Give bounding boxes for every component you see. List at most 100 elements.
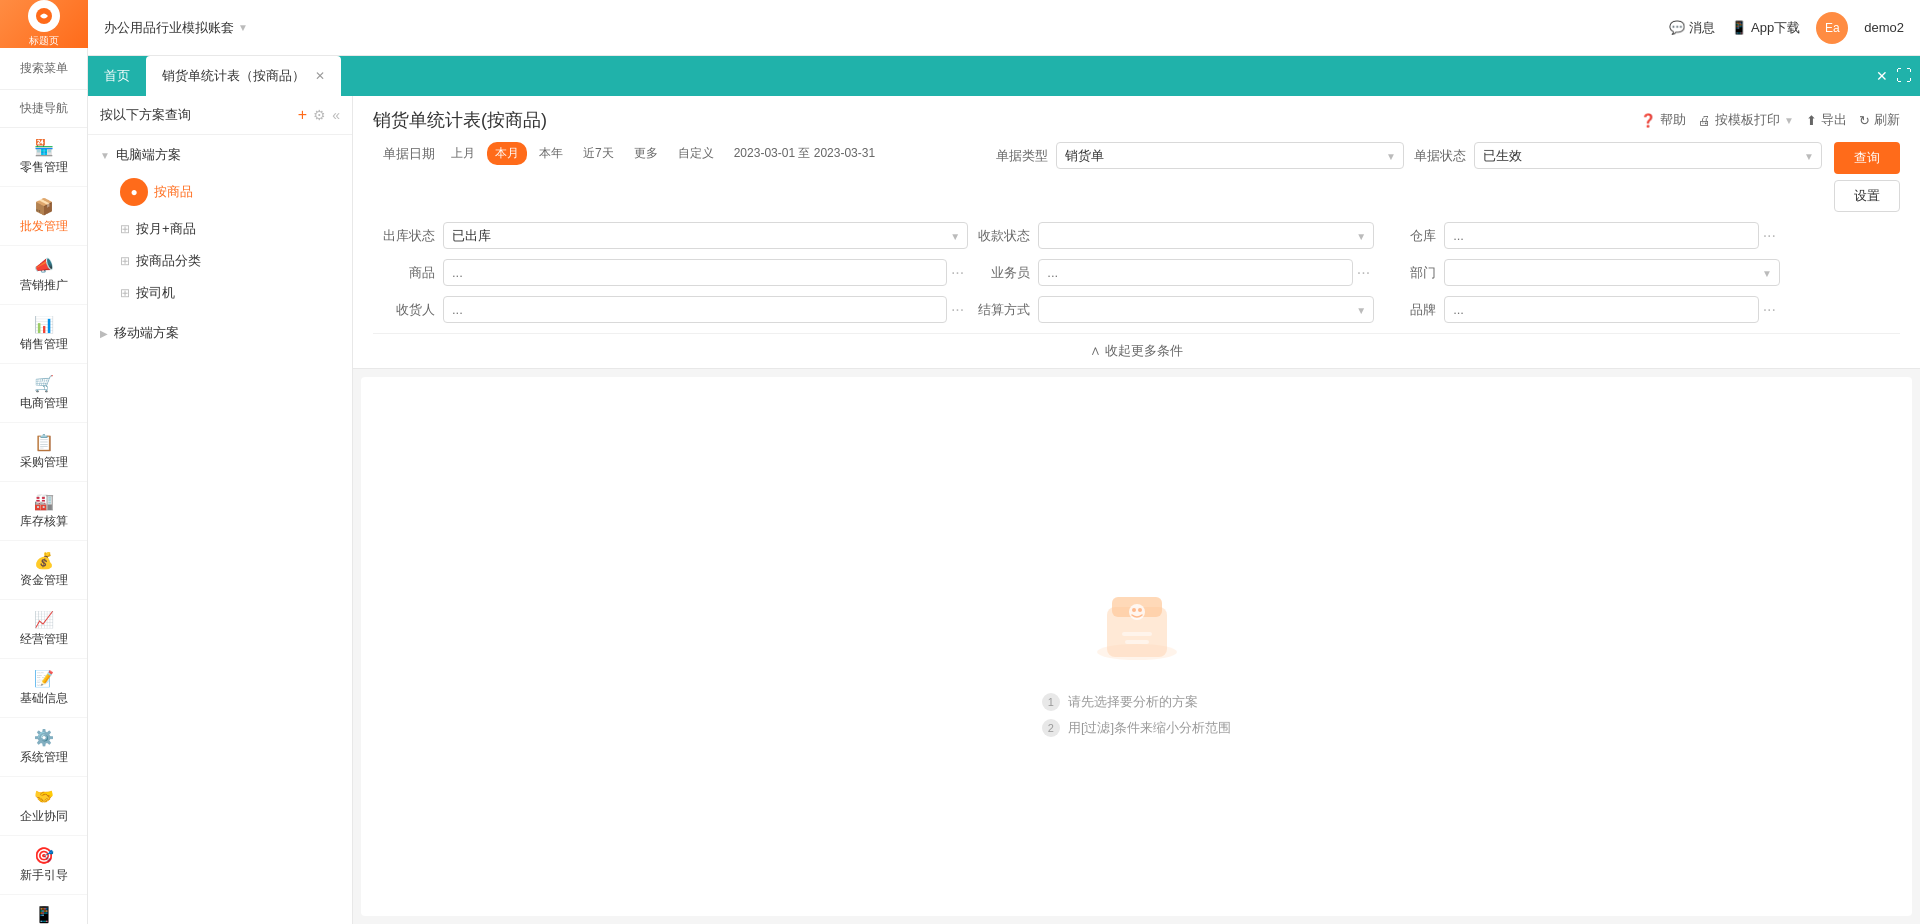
collapse-conditions-button[interactable]: ∧ 收起更多条件: [373, 333, 1900, 368]
sidebar-item-wholesale[interactable]: 📦 批发管理: [0, 187, 87, 246]
date-tab-last-month[interactable]: 上月: [443, 142, 483, 165]
recipient-label: 收货人: [373, 301, 443, 319]
empty-state: 1 请先选择要分析的方案 2 用[过滤]条件来缩小分析范围: [361, 377, 1912, 916]
settings-scheme-button[interactable]: ⚙: [313, 107, 326, 123]
tip-text-2: 用[过滤]条件来缩小分析范围: [1068, 719, 1231, 737]
message-label: 消息: [1689, 19, 1715, 37]
logo[interactable]: 标题页: [0, 0, 88, 48]
brand-input[interactable]: [1444, 296, 1759, 323]
sales-stat-tab-label: 销货单统计表（按商品）: [162, 67, 305, 85]
by-product-label: 按商品: [154, 183, 193, 201]
svg-point-5: [1132, 608, 1136, 612]
date-tab-custom[interactable]: 自定义: [670, 142, 722, 165]
date-range-value: 2023-03-01 至 2023-03-31: [734, 145, 875, 162]
sidebar-item-ecommerce[interactable]: 🛒 电商管理: [0, 364, 87, 423]
sidebar-item-system[interactable]: ⚙️ 系统管理: [0, 718, 87, 777]
tab-home[interactable]: 首页: [88, 56, 146, 96]
enterprise-label: 企业协同: [4, 808, 83, 825]
mobile-section-arrow: ▶: [100, 328, 108, 339]
payment-select[interactable]: [1038, 296, 1374, 323]
account-selector[interactable]: 办公用品行业模拟账套 ▼: [104, 19, 248, 37]
active-indicator: ●: [120, 178, 148, 206]
doctype-select[interactable]: 销货单: [1056, 142, 1404, 169]
logo-text: 标题页: [29, 34, 59, 48]
product-dots-button[interactable]: ···: [947, 264, 968, 282]
mobile-section-label: 移动端方案: [114, 324, 179, 342]
inventory-icon: 🏭: [4, 492, 83, 511]
brand-dots-button[interactable]: ···: [1759, 301, 1780, 319]
date-tab-this-month[interactable]: 本月: [487, 142, 527, 165]
sidebar-item-finance[interactable]: 💰 资金管理: [0, 541, 87, 600]
sidebar-item-basic[interactable]: 📝 基础信息: [0, 659, 87, 718]
help-label: 帮助: [1660, 111, 1686, 129]
add-scheme-button[interactable]: +: [298, 106, 307, 124]
search-menu-label[interactable]: 搜索菜单: [0, 56, 87, 81]
sidebar-item-sales[interactable]: 📊 销售管理: [0, 305, 87, 364]
tab-sales-stat[interactable]: 销货单统计表（按商品） ✕: [146, 56, 341, 96]
window-maximize-button[interactable]: ⛶: [1896, 67, 1912, 85]
quick-nav-label[interactable]: 快捷导航: [0, 96, 87, 121]
print-button[interactable]: 🖨 按模板打印 ▼: [1698, 111, 1794, 129]
page-title: 销货单统计表(按商品): [373, 108, 547, 132]
inventory-label: 库存核算: [4, 513, 83, 530]
pc-section-label: 电脑端方案: [116, 146, 181, 164]
recipient-control: ···: [443, 296, 968, 323]
refresh-button[interactable]: ↻ 刷新: [1859, 111, 1900, 129]
salesperson-input[interactable]: [1038, 259, 1353, 286]
salesperson-dots-button[interactable]: ···: [1353, 264, 1374, 282]
collapse-panel-button[interactable]: «: [332, 107, 340, 123]
sidebar-search[interactable]: 搜索菜单: [0, 48, 87, 90]
active-dot: ●: [130, 185, 137, 199]
user-name[interactable]: demo2: [1864, 20, 1904, 35]
guide-label: 新手引导: [4, 867, 83, 884]
help-button[interactable]: ❓ 帮助: [1640, 111, 1686, 129]
settings-button[interactable]: 设置: [1834, 180, 1900, 212]
warehouse-dots-button[interactable]: ···: [1759, 227, 1780, 245]
tree-item-by-month-product[interactable]: ⊞ 按月+商品: [108, 213, 352, 245]
date-label: 单据日期: [373, 145, 443, 163]
warehouse-input[interactable]: [1444, 222, 1759, 249]
sidebar-item-enterprise[interactable]: 🤝 企业协同: [0, 777, 87, 836]
query-button[interactable]: 查询: [1834, 142, 1900, 174]
date-tab-more[interactable]: 更多: [626, 142, 666, 165]
department-select[interactable]: [1444, 259, 1780, 286]
sidebar-item-marketing[interactable]: 📣 营销推广: [0, 246, 87, 305]
tree-section-mobile-header[interactable]: ▶ 移动端方案: [88, 317, 352, 349]
doctype-label: 单据类型: [986, 147, 1056, 165]
sidebar-nav[interactable]: 快捷导航: [0, 90, 87, 128]
payment-label: 结算方式: [968, 301, 1038, 319]
date-tab-7days[interactable]: 近7天: [575, 142, 622, 165]
sidebar-item-operation[interactable]: 📈 经营管理: [0, 600, 87, 659]
by-printer-label: 按司机: [136, 284, 175, 302]
sidebar-item-purchase[interactable]: 📋 采购管理: [0, 423, 87, 482]
help-icon: ❓: [1640, 113, 1656, 128]
window-close-button[interactable]: ✕: [1868, 68, 1896, 84]
tree-section-pc-header[interactable]: ▼ 电脑端方案: [88, 139, 352, 171]
outstatus-select[interactable]: 已出库: [443, 222, 968, 249]
tree-item-by-product[interactable]: ● 按商品: [108, 171, 352, 213]
user-avatar[interactable]: Ea: [1816, 12, 1848, 44]
docstatus-select[interactable]: 已生效: [1474, 142, 1822, 169]
recipient-dots-button[interactable]: ···: [947, 301, 968, 319]
product-input[interactable]: [443, 259, 947, 286]
sidebar-item-retail[interactable]: 🏪 零售管理: [0, 128, 87, 187]
message-button[interactable]: 💬 消息: [1669, 19, 1715, 37]
operation-label: 经营管理: [4, 631, 83, 648]
tree-item-by-printer[interactable]: ⊞ 按司机: [108, 277, 352, 309]
sidebar-item-guide[interactable]: 🎯 新手引导: [0, 836, 87, 895]
content-area: 按以下方案查询 + ⚙ « ▼ 电脑端方案 ● 按商: [88, 96, 1920, 924]
export-button[interactable]: ⬆ 导出: [1806, 111, 1847, 129]
receiptstatus-select[interactable]: [1038, 222, 1374, 249]
salesperson-control: ···: [1038, 259, 1374, 286]
date-tab-this-year[interactable]: 本年: [531, 142, 571, 165]
tree-sub-pc: ● 按商品 ⊞ 按月+商品 ⊞ 按商品分类 ⊞ 按司机: [88, 171, 352, 309]
sidebar-item-inventory[interactable]: 🏭 库存核算: [0, 482, 87, 541]
tree-item-by-category[interactable]: ⊞ 按商品分类: [108, 245, 352, 277]
tree-section-pc: ▼ 电脑端方案 ● 按商品 ⊞ 按月+商品 ⊞: [88, 135, 352, 313]
recipient-input[interactable]: [443, 296, 947, 323]
sidebar-item-apps[interactable]: 📱 应用中心: [0, 895, 87, 924]
app-download-button[interactable]: 📱 App下载: [1731, 19, 1800, 37]
filter-receiptstatus-item: 收款状态 ▼: [968, 222, 1374, 249]
page-title-row: 销货单统计表(按商品) ❓ 帮助 🖨 按模板打印 ▼ ⬆: [373, 108, 1900, 132]
tab-close-icon[interactable]: ✕: [315, 69, 325, 83]
